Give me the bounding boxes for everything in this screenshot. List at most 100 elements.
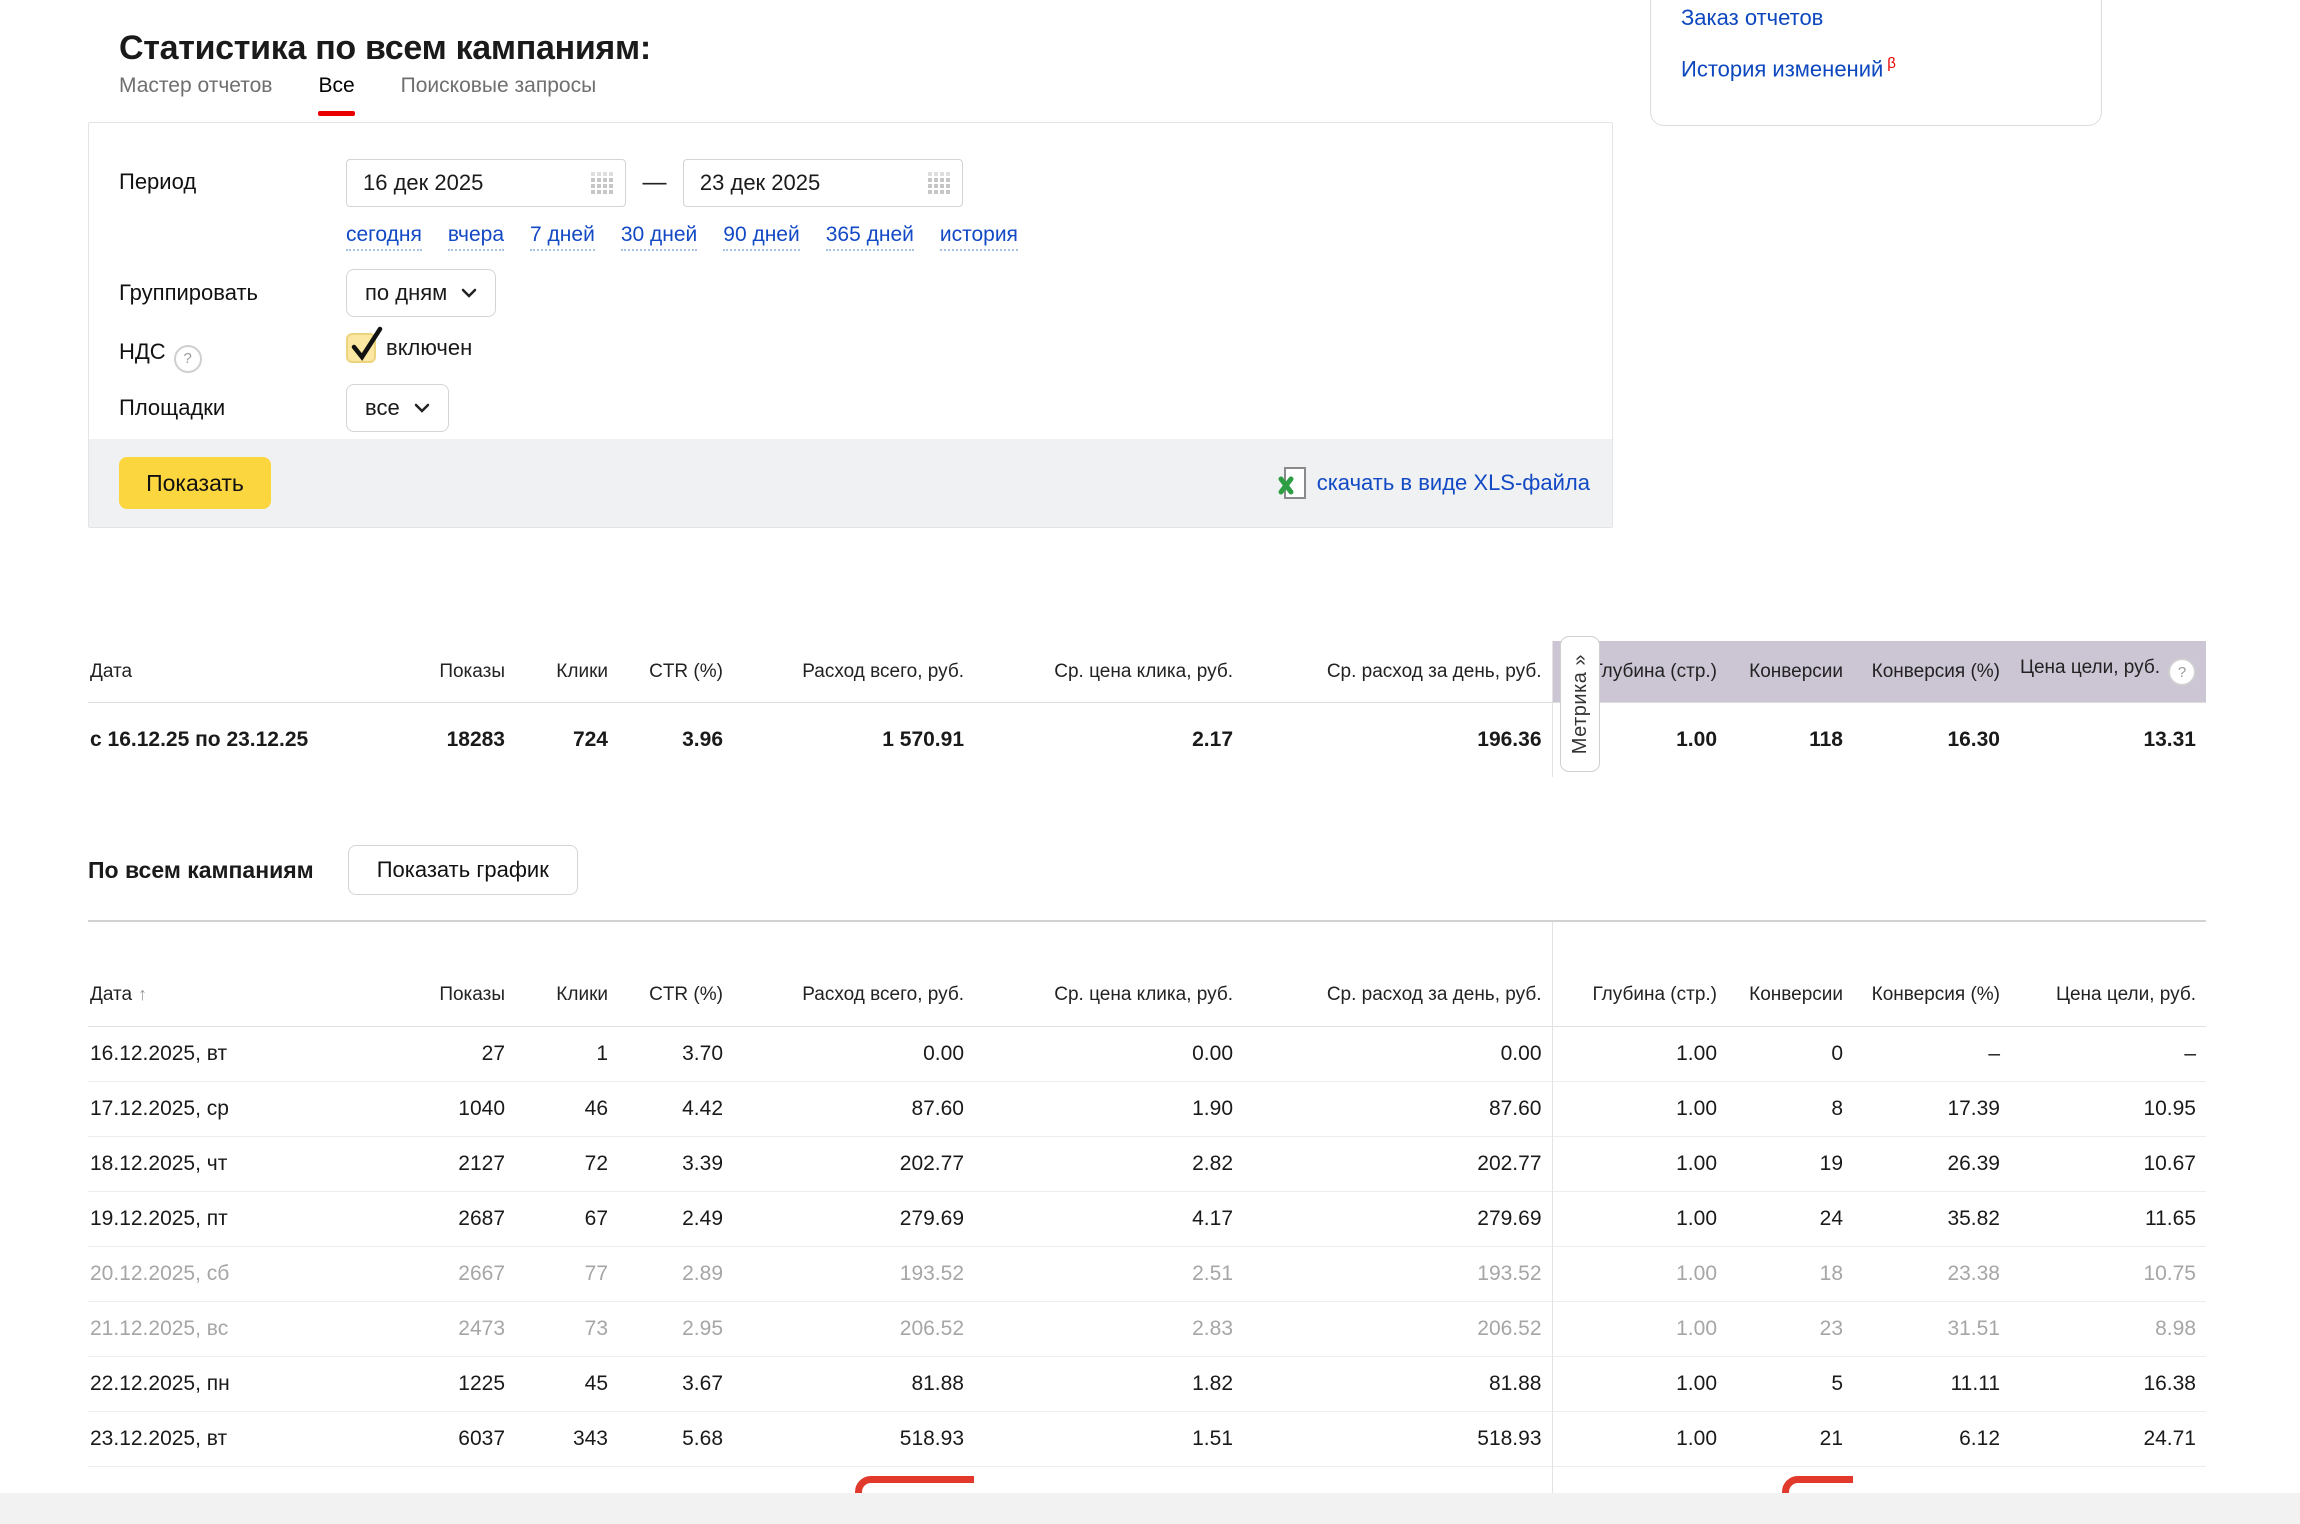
table-row: 16.12.2025, вт 27 1 3.70 0.00 0.00 0.00 1.00 0 – – [88,1026,2206,1082]
summary-header-row: Дата Показы Клики CTR (%) Расход всего, руб.… [88,641,2206,703]
value-cell: 1.82 [974,1356,1243,1412]
value-cell: 206.52 [733,1301,974,1357]
date-cell: 22.12.2025, пн [88,1356,370,1412]
value-cell: 1.00 [1551,1356,1727,1412]
help-icon[interactable]: ? [2168,658,2196,687]
value-cell: 4.17 [974,1191,1243,1247]
value-cell: 24 [1727,1191,1853,1247]
column-header: Клики [515,641,618,703]
metrika-tab[interactable]: Метрика » [1560,636,1600,772]
show-button[interactable]: Показать [119,457,271,509]
value-cell: 2127 [370,1136,515,1192]
quick-range-link[interactable]: 30 дней [620,223,698,251]
value-cell: 206.52 [1243,1301,1552,1357]
value-cell: 1.00 [1551,1246,1727,1302]
platforms-dropdown[interactable]: все [346,384,449,432]
download-xls-link[interactable]: скачать в виде XLS-файла [1277,439,1590,527]
value-cell: 72 [515,1136,618,1192]
date-to-input[interactable]: 23 дек 2025 [682,159,963,207]
quick-range-link[interactable]: сегодня [346,223,422,251]
value-cell: 0.00 [1500,1042,1542,1065]
value-cell: 81.88 [1243,1356,1552,1412]
column-header[interactable]: Конверсия (%) [1853,921,2010,1027]
sort-ascending-icon: ↑ [138,984,148,1004]
summary-body: с 16.12.25 по 23.12.25 18283 724 3.96 1 570.… [88,702,2206,777]
tab-master-otchetov[interactable]: Мастер отчетов [119,74,272,98]
column-header: Конверсия (%) [1853,641,2010,703]
value-cell: 23 [1727,1301,1853,1357]
quick-range-link[interactable]: 90 дней [723,223,800,251]
value-cell: 518.93 [733,1411,974,1467]
vat-checkbox[interactable] [346,326,383,363]
date-from-value: 16 дек 2025 [363,170,484,195]
value-cell: 343 [515,1411,618,1467]
value-cell: 1 [596,1042,608,1065]
column-header: Расход всего, руб. [733,641,974,703]
value-cell: 3.67 [618,1356,733,1412]
column-header: Показы [370,641,515,703]
calendar-icon[interactable] [591,172,613,194]
group-label: Группировать [119,280,258,305]
order-reports-link[interactable]: Заказ отчетов [1681,5,1823,31]
column-header: Ср. расход за день, руб. [1243,641,1552,703]
period-label: Период [119,169,197,194]
date-cell: 20.12.2025, сб [88,1246,370,1302]
filter-panel: Период 16 дек 2025 — 23 дек 2025 сегодня… [88,122,1613,528]
column-header[interactable]: Дата ↑ [88,921,370,1027]
column-header[interactable]: Цена цели, руб. [2010,921,2206,1027]
value-cell: 11.65 [2010,1191,2206,1247]
daily-stats-table: Дата ↑ Показы Клики CTR (%) Расход всего, руб… [88,920,2206,1524]
tab-poiskovye-zaprosy[interactable]: Поисковые запросы [401,74,597,98]
column-header[interactable]: Показы [370,921,515,1027]
main-body: 16.12.2025, вт 27 1 3.70 0.00 0.00 0.00 1.00 0 – –… [88,1026,2206,1524]
value-cell: 196.36 [1477,728,1542,751]
value-cell: 67 [515,1191,618,1247]
change-history-link[interactable]: История изменений β [1681,55,1896,82]
show-chart-button[interactable]: Показать график [347,845,578,895]
value-cell: 87.60 [1243,1081,1552,1137]
value-cell: 1.00 [1551,1191,1727,1247]
value-cell: 21 [1727,1411,1853,1467]
value-cell: 3.96 [682,728,723,751]
quick-range-link[interactable]: 7 дней [530,223,595,251]
value-cell: 18 [1727,1246,1853,1302]
table-row: 20.12.2025, сб 2667 77 2.89 193.52 2.51 193.52… [88,1246,2206,1302]
value-cell: 1040 [370,1081,515,1137]
chevron-down-icon [414,403,429,413]
column-header[interactable]: Ср. расход за день, руб. [1243,921,1552,1027]
column-header[interactable]: CTR (%) [618,921,733,1027]
quick-range-link[interactable]: вчера [447,223,505,251]
value-cell: 3.39 [618,1136,733,1192]
column-header[interactable]: Расход всего, руб. [733,921,974,1027]
vat-checked-label: включен [386,335,473,360]
quick-range-link[interactable]: 365 дней [825,223,914,251]
value-cell: 10.95 [2010,1081,2206,1137]
statistics-page: Статистика по всем кампаниям: Мастер отч… [0,0,2300,1524]
value-cell: 1 570.91 [882,728,964,751]
group-dropdown[interactable]: по дням [346,269,497,317]
report-tabs: Мастер отчетов Все Поисковые запросы [119,74,597,116]
value-cell: 46 [515,1081,618,1137]
column-header: CTR (%) [618,641,733,703]
value-cell: 202.77 [1243,1136,1552,1192]
calendar-icon[interactable] [927,172,950,194]
column-header[interactable]: Ср. цена клика, руб. [974,921,1243,1027]
value-cell: 1.00 [1551,1411,1727,1467]
filter-panel-footer: Показать скачать в виде XLS-файла [89,439,1612,527]
table-row: 21.12.2025, вс 2473 73 2.95 206.52 2.83 206.52… [88,1301,2206,1357]
quick-range-link[interactable]: история [939,223,1018,251]
column-header[interactable]: Клики [515,921,618,1027]
help-icon[interactable]: ? [173,344,202,373]
date-from-input[interactable]: 16 дек 2025 [346,159,626,207]
value-cell: 24.71 [2010,1411,2206,1467]
value-cell: 2.49 [618,1191,733,1247]
column-header[interactable]: Глубина (стр.) [1551,921,1727,1027]
period-controls: 16 дек 2025 — 23 дек 2025 [346,159,963,207]
table-row: 18.12.2025, чт 2127 72 3.39 202.77 2.82 202.77… [88,1136,2206,1192]
value-cell: 8.98 [2010,1301,2206,1357]
table-row: 23.12.2025, вт 6037 343 5.68 518.93 1.51 518.9… [88,1411,2206,1467]
tab-vse[interactable]: Все [318,74,355,116]
column-header: Конверсии [1727,641,1853,703]
column-header[interactable]: Конверсии [1727,921,1853,1027]
excel-file-icon [1278,467,1306,499]
